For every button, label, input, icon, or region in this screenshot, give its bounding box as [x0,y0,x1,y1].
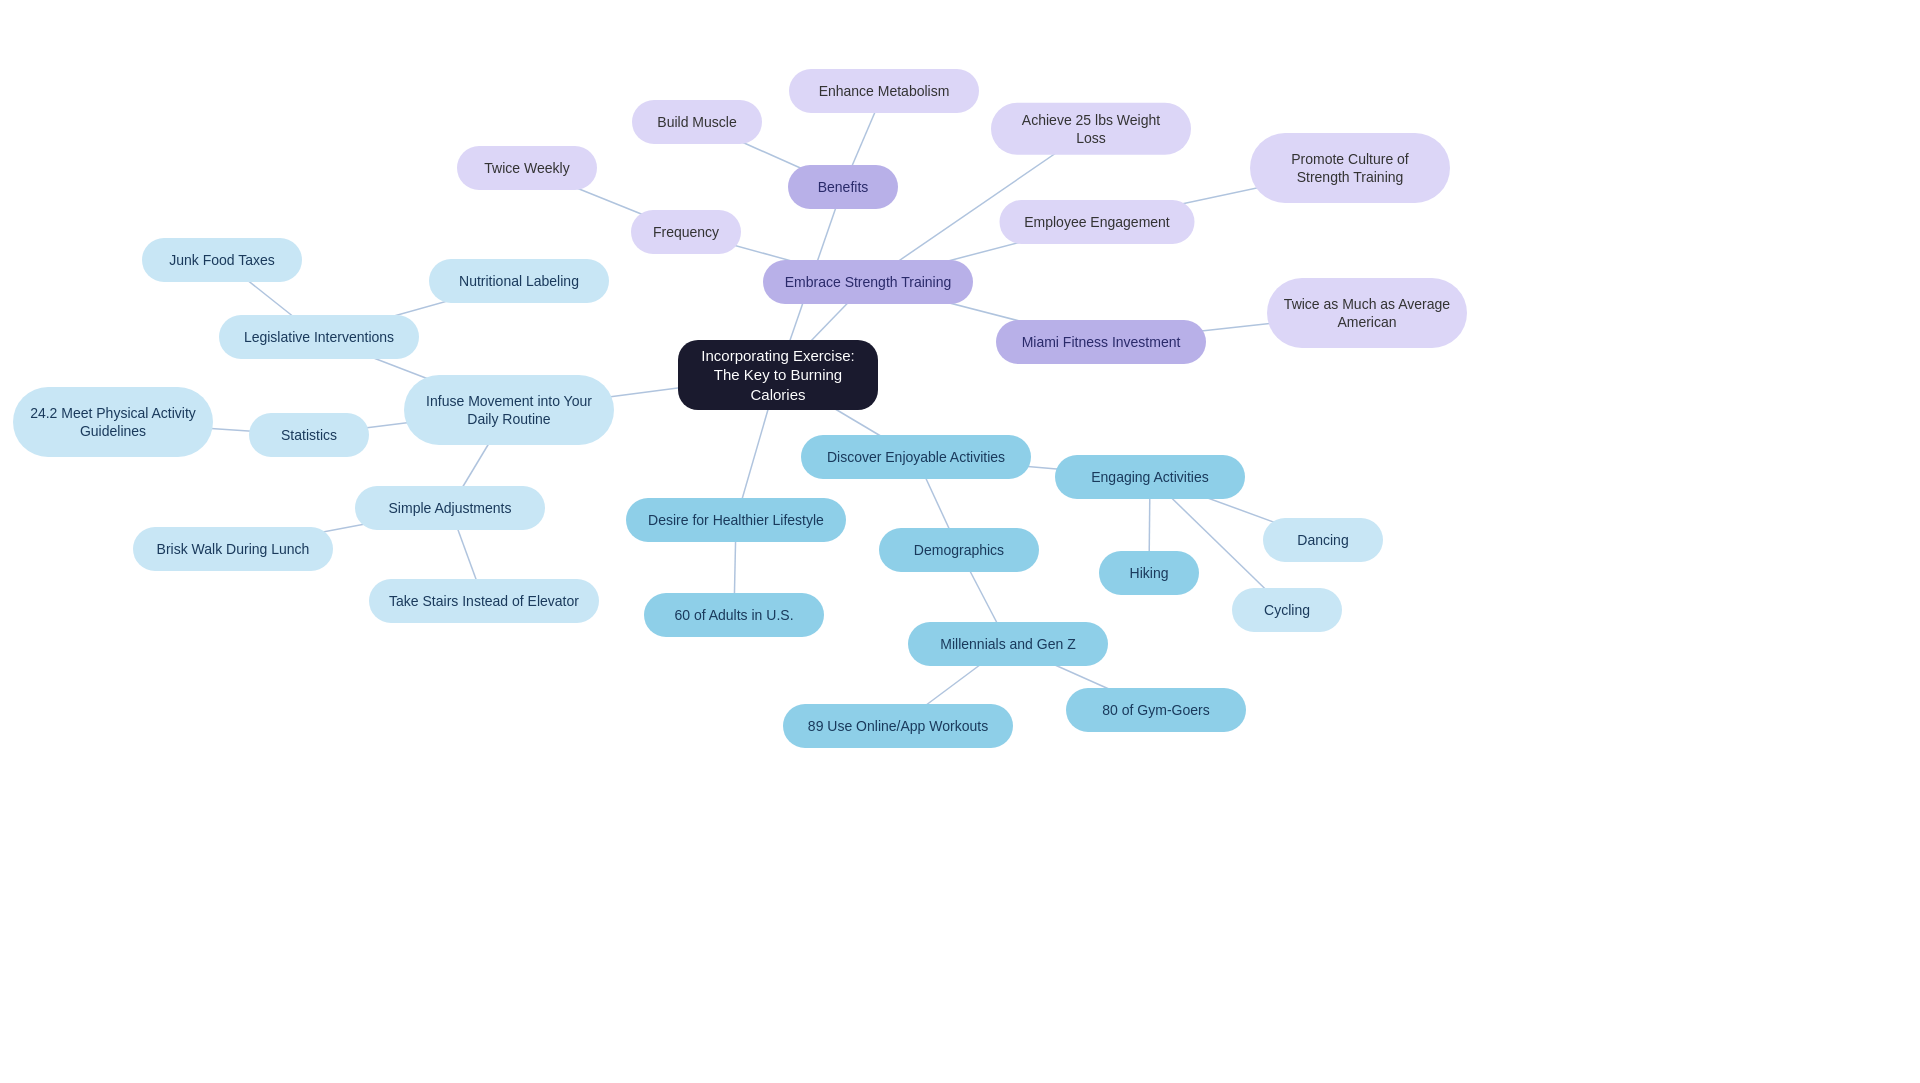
node-engaging_activities[interactable]: Engaging Activities [1055,455,1245,499]
node-legislative[interactable]: Legislative Interventions [219,315,419,359]
node-twice_weekly[interactable]: Twice Weekly [457,146,597,190]
node-hiking[interactable]: Hiking [1099,551,1199,595]
node-simple_adjustments[interactable]: Simple Adjustments [355,486,545,530]
node-employee_engagement[interactable]: Employee Engagement [1000,200,1195,244]
node-miami_fitness[interactable]: Miami Fitness Investment [996,320,1206,364]
node-sixty_adults[interactable]: 60 of Adults in U.S. [644,593,824,637]
node-build_muscle[interactable]: Build Muscle [632,100,762,144]
node-junk_food[interactable]: Junk Food Taxes [142,238,302,282]
node-take_stairs[interactable]: Take Stairs Instead of Elevator [369,579,599,623]
node-demographics[interactable]: Demographics [879,528,1039,572]
node-statistics[interactable]: Statistics [249,413,369,457]
node-frequency[interactable]: Frequency [631,210,741,254]
node-discover_activities[interactable]: Discover Enjoyable Activities [801,435,1031,479]
node-enhance_metabolism[interactable]: Enhance Metabolism [789,69,979,113]
node-benefits[interactable]: Benefits [788,165,898,209]
node-eighty_gym[interactable]: 80 of Gym-Goers [1066,688,1246,732]
node-cycling[interactable]: Cycling [1232,588,1342,632]
node-twice_american[interactable]: Twice as Much as Average American [1267,278,1467,348]
node-nutritional[interactable]: Nutritional Labeling [429,259,609,303]
node-eighty_nine[interactable]: 89 Use Online/App Workouts [783,704,1013,748]
node-desire_healthier[interactable]: Desire for Healthier Lifestyle [626,498,846,542]
node-activity_guidelines[interactable]: 24.2 Meet Physical Activity Guidelines [13,387,213,457]
node-infuse_movement[interactable]: Infuse Movement into Your Daily Routine [404,375,614,445]
node-achieve_weight[interactable]: Achieve 25 lbs Weight Loss [991,103,1191,155]
node-promote_culture[interactable]: Promote Culture of Strength Training [1250,133,1450,203]
node-brisk_walk[interactable]: Brisk Walk During Lunch [133,527,333,571]
node-dancing[interactable]: Dancing [1263,518,1383,562]
node-center[interactable]: Incorporating Exercise: The Key to Burni… [678,340,878,410]
mindmap-container: Incorporating Exercise: The Key to Burni… [0,0,1920,1083]
node-embrace_strength[interactable]: Embrace Strength Training [763,260,973,304]
node-millennials[interactable]: Millennials and Gen Z [908,622,1108,666]
